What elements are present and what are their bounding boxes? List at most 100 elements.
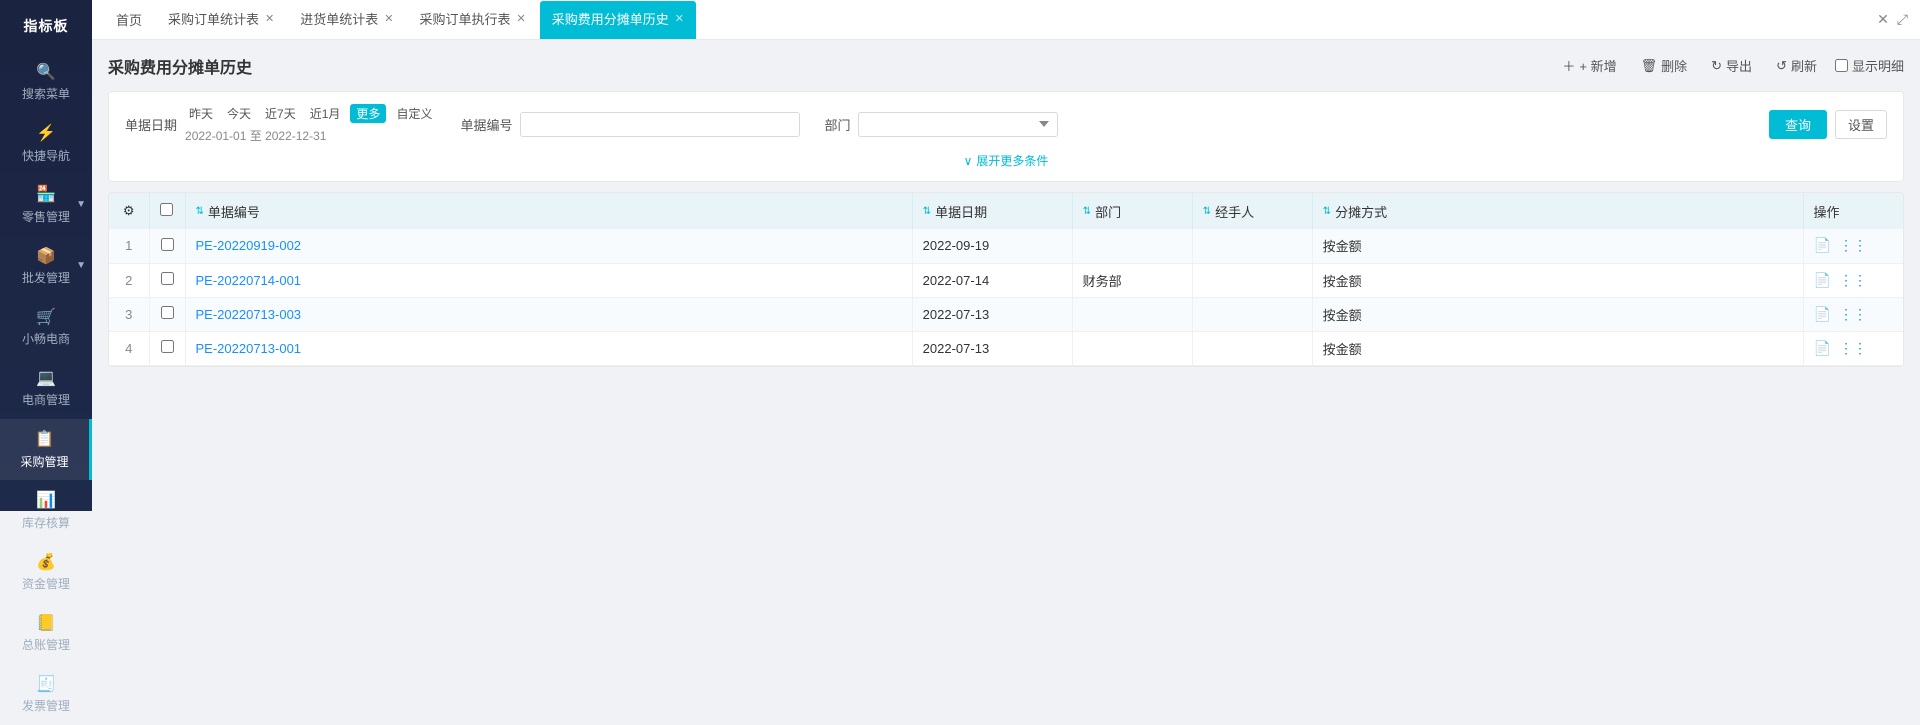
view-icon[interactable]: 📄 [1814, 306, 1831, 323]
split-method-cell: 按金额 [1312, 229, 1803, 263]
th-checkbox[interactable] [149, 193, 185, 229]
ecommerce-icon: 💻 [4, 368, 88, 390]
view-icon[interactable]: 📄 [1814, 272, 1831, 289]
select-all-checkbox[interactable] [160, 203, 173, 216]
settings-icon[interactable]: ⚙ [123, 203, 135, 219]
date-shortcut-custom[interactable]: 自定义 [392, 104, 436, 123]
date-shortcut-more[interactable]: 更多 [350, 104, 386, 123]
sidebar-item-accounting[interactable]: 📒 总账管理 [0, 603, 92, 664]
delete-button[interactable]: 🗑 删除 [1635, 52, 1694, 79]
doc-number-input[interactable] [520, 112, 800, 137]
dept-filter: 部门 [824, 112, 1058, 137]
row-select-checkbox[interactable] [161, 340, 174, 353]
sidebar-item-label: 资金管理 [22, 577, 70, 591]
export-button[interactable]: ↻ 导出 [1705, 52, 1758, 79]
sidebar-item-ecommerce[interactable]: 💻 电商管理 [0, 358, 92, 419]
date-filter-label: 单据日期 [125, 115, 177, 134]
show-cols-toggle[interactable]: 显示明细 [1835, 56, 1904, 75]
more-icon[interactable]: ⋮⋮ [1839, 272, 1867, 289]
tab-purchase-order-stats[interactable]: 采购订单统计表 ✕ [156, 1, 286, 39]
close-icon[interactable]: ✕ [517, 12, 526, 25]
sidebar-item-label: 小畅电商 [22, 332, 70, 346]
doc-number-cell: PE-20220713-003 [185, 297, 912, 331]
doc-number-cell: PE-20220714-001 [185, 263, 912, 297]
page-title: 采购费用分摊单历史 [108, 54, 252, 78]
table-row: 4 PE-20220713-001 2022-07-13 按金额 📄 ⋮⋮ [109, 331, 1903, 365]
th-doc-date[interactable]: ⇅ 单据日期 [912, 193, 1072, 229]
tab-goods-in-stats[interactable]: 进货单统计表 ✕ [288, 1, 405, 39]
date-shortcut-today[interactable]: 今天 [223, 104, 255, 123]
actions-cell: 📄 ⋮⋮ [1803, 331, 1903, 365]
row-checkbox[interactable] [149, 229, 185, 263]
invoice-icon: 🧾 [4, 674, 88, 696]
query-button[interactable]: 查询 [1769, 110, 1827, 139]
more-icon[interactable]: ⋮⋮ [1839, 340, 1867, 357]
row-select-checkbox[interactable] [161, 238, 174, 251]
sidebar-item-mini-shop[interactable]: 🛒 小畅电商 [0, 297, 92, 358]
actions-cell: 📄 ⋮⋮ [1803, 229, 1903, 263]
sidebar-item-search[interactable]: 🔍 搜索菜单 [0, 52, 92, 113]
tab-purchase-order-exec[interactable]: 采购订单执行表 ✕ [407, 1, 537, 39]
th-handler[interactable]: ⇅ 经手人 [1192, 193, 1312, 229]
setting-button[interactable]: 设置 [1835, 110, 1887, 139]
more-icon[interactable]: ⋮⋮ [1839, 237, 1867, 254]
doc-date-cell: 2022-07-14 [912, 263, 1072, 297]
row-checkbox[interactable] [149, 263, 185, 297]
sidebar-item-invoice[interactable]: 🧾 发票管理 [0, 664, 92, 725]
plus-icon: ＋ [1562, 56, 1575, 75]
sort-icon: ⇅ [1203, 206, 1211, 217]
row-number: 3 [109, 297, 149, 331]
handler-cell [1192, 229, 1312, 263]
doc-number-link[interactable]: PE-20220713-001 [196, 341, 302, 356]
delete-icon: 🗑 [1641, 58, 1658, 74]
sidebar-item-finance[interactable]: 💰 资金管理 [0, 542, 92, 603]
dept-cell [1072, 297, 1192, 331]
row-checkbox[interactable] [149, 297, 185, 331]
tab-home[interactable]: 首页 [104, 1, 154, 39]
expand-more-button[interactable]: ∨ 展开更多条件 [125, 152, 1887, 169]
th-split-method[interactable]: ⇅ 分摊方式 [1312, 193, 1803, 229]
refresh-button[interactable]: ↺ 刷新 [1770, 52, 1823, 79]
close-icon[interactable]: ✕ [384, 12, 393, 25]
expand-icon[interactable]: ⤢ [1897, 11, 1908, 28]
content-area: 采购费用分摊单历史 ＋ + 新增 🗑 删除 ↻ 导出 ↺ 刷新 [92, 40, 1920, 511]
dept-select[interactable] [858, 112, 1058, 137]
close-icon[interactable]: ✕ [265, 12, 274, 25]
date-shortcut-yesterday[interactable]: 昨天 [185, 104, 217, 123]
tab-purchase-fee-history[interactable]: 采购费用分摊单历史 ✕ [540, 1, 696, 39]
chevron-down-icon: ▼ [76, 259, 86, 273]
add-button[interactable]: ＋ + 新增 [1556, 52, 1622, 79]
show-cols-checkbox[interactable] [1835, 59, 1848, 72]
page-header: 采购费用分摊单历史 ＋ + 新增 🗑 删除 ↻ 导出 ↺ 刷新 [108, 52, 1904, 79]
doc-number-link[interactable]: PE-20220919-002 [196, 238, 302, 253]
view-icon[interactable]: 📄 [1814, 237, 1831, 254]
doc-number-link[interactable]: PE-20220713-003 [196, 307, 302, 322]
th-dept[interactable]: ⇅ 部门 [1072, 193, 1192, 229]
date-shortcut-7days[interactable]: 近7天 [261, 104, 300, 123]
split-method-cell: 按金额 [1312, 297, 1803, 331]
row-select-checkbox[interactable] [161, 272, 174, 285]
row-select-checkbox[interactable] [161, 306, 174, 319]
th-actions: 操作 [1803, 193, 1903, 229]
th-doc-number[interactable]: ⇅ 单据编号 [185, 193, 912, 229]
sidebar-item-purchase[interactable]: 📋 采购管理 [0, 419, 92, 480]
sidebar-item-quick-nav[interactable]: ⚡ 快捷导航 [0, 113, 92, 174]
row-number: 2 [109, 263, 149, 297]
search-icon: 🔍 [4, 62, 88, 84]
accounting-icon: 📒 [4, 613, 88, 635]
table-row: 2 PE-20220714-001 2022-07-14 财务部 按金额 📄 ⋮… [109, 263, 1903, 297]
sidebar-item-retail[interactable]: 🏪 零售管理 ▼ [0, 174, 92, 235]
th-settings[interactable]: ⚙ [109, 193, 149, 229]
sidebar-item-label: 发票管理 [22, 699, 70, 713]
view-icon[interactable]: 📄 [1814, 340, 1831, 357]
row-checkbox[interactable] [149, 331, 185, 365]
date-shortcut-1month[interactable]: 近1月 [306, 104, 345, 123]
finance-icon: 💰 [4, 552, 88, 574]
close-icon[interactable]: ✕ [675, 12, 684, 25]
table-row: 1 PE-20220919-002 2022-09-19 按金额 📄 ⋮⋮ [109, 229, 1903, 263]
tab-label: 进货单统计表 [300, 9, 378, 28]
more-icon[interactable]: ⋮⋮ [1839, 306, 1867, 323]
close-all-icon[interactable]: ✕ [1877, 11, 1889, 28]
sidebar-item-wholesale[interactable]: 📦 批发管理 ▼ [0, 236, 92, 297]
doc-number-link[interactable]: PE-20220714-001 [196, 273, 302, 288]
